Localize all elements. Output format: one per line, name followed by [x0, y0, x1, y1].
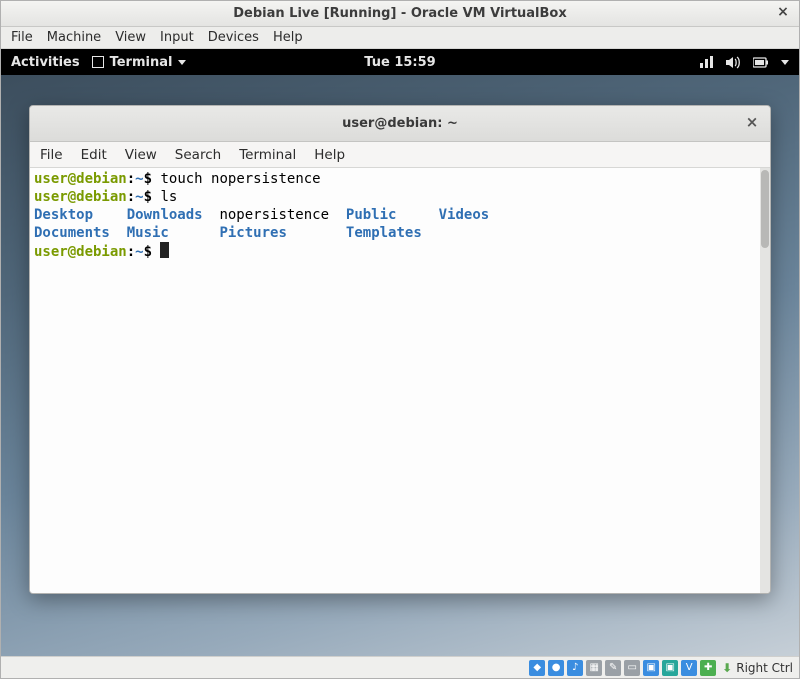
activities-button[interactable]: Activities	[11, 55, 80, 70]
network-adapter-icon[interactable]: ▦	[586, 660, 602, 676]
term-menu-edit[interactable]: Edit	[81, 147, 107, 163]
cursor	[160, 242, 169, 258]
ls-entry: Documents Music Pictures Templates	[34, 225, 422, 241]
prompt-path: ~	[135, 171, 143, 187]
vbox-title: Debian Live [Running] - Oracle VM Virtua…	[233, 6, 567, 21]
vbox-menubar: File Machine View Input Devices Help	[1, 27, 799, 49]
ls-entry: Desktop Downloads	[34, 207, 219, 223]
recording-icon[interactable]: ▣	[662, 660, 678, 676]
vbox-status-icons: ◆ ● ♪ ▦ ✎ ▭ ▣ ▣ V ✚	[529, 660, 716, 676]
terminal-icon	[92, 56, 104, 68]
vbox-menu-help[interactable]: Help	[273, 30, 303, 45]
terminal-close-button[interactable]: ×	[744, 115, 760, 131]
volume-icon[interactable]	[726, 56, 741, 69]
guest-additions-icon[interactable]: ✚	[700, 660, 716, 676]
hard-disk-icon[interactable]: ◆	[529, 660, 545, 676]
vbox-menu-input[interactable]: Input	[160, 30, 194, 45]
cpu-icon[interactable]: V	[681, 660, 697, 676]
ls-entry: nopersistence	[219, 207, 329, 223]
gnome-topbar: Activities Terminal Tue 15:59	[1, 49, 799, 75]
vbox-statusbar: ◆ ● ♪ ▦ ✎ ▭ ▣ ▣ V ✚ ⬇ Right Ctrl	[1, 656, 799, 678]
term-menu-view[interactable]: View	[125, 147, 157, 163]
vbox-menu-devices[interactable]: Devices	[208, 30, 259, 45]
cmd-1: touch nopersistence	[160, 171, 320, 187]
vbox-titlebar[interactable]: Debian Live [Running] - Oracle VM Virtua…	[1, 1, 799, 27]
system-menu-chevron-icon[interactable]	[781, 60, 789, 65]
terminal-menubar: File Edit View Search Terminal Help	[30, 142, 770, 168]
ls-entry: Public Videos	[346, 207, 489, 223]
term-menu-terminal[interactable]: Terminal	[239, 147, 296, 163]
current-app-indicator[interactable]: Terminal	[92, 55, 187, 70]
terminal-window: user@debian: ~ × File Edit View Search T…	[29, 105, 771, 594]
host-key-indicator-icon: ⬇	[722, 661, 732, 675]
current-app-label: Terminal	[110, 55, 173, 70]
vbox-close-button[interactable]: ×	[775, 5, 791, 21]
guest-desktop: Activities Terminal Tue 15:59	[1, 49, 799, 656]
network-icon[interactable]	[699, 56, 714, 69]
shared-folder-icon[interactable]: ▭	[624, 660, 640, 676]
cmd-2: ls	[160, 189, 177, 205]
vbox-menu-machine[interactable]: Machine	[47, 30, 101, 45]
clock[interactable]: Tue 15:59	[364, 55, 435, 70]
host-key-label: Right Ctrl	[736, 661, 793, 675]
vbox-menu-file[interactable]: File	[11, 30, 33, 45]
display-icon[interactable]: ▣	[643, 660, 659, 676]
optical-disk-icon[interactable]: ●	[548, 660, 564, 676]
terminal-title: user@debian: ~	[342, 116, 458, 131]
term-menu-help[interactable]: Help	[314, 147, 345, 163]
battery-icon[interactable]	[753, 57, 769, 68]
chevron-down-icon	[178, 60, 186, 65]
scrollbar-thumb[interactable]	[761, 170, 769, 248]
term-menu-search[interactable]: Search	[175, 147, 221, 163]
terminal-titlebar[interactable]: user@debian: ~ ×	[30, 106, 770, 142]
term-menu-file[interactable]: File	[40, 147, 63, 163]
terminal-body[interactable]: user@debian:~$ touch nopersistence user@…	[30, 168, 770, 593]
terminal-scrollbar[interactable]	[760, 168, 770, 593]
vbox-menu-view[interactable]: View	[115, 30, 146, 45]
usb-icon[interactable]: ✎	[605, 660, 621, 676]
audio-icon[interactable]: ♪	[567, 660, 583, 676]
virtualbox-window: Debian Live [Running] - Oracle VM Virtua…	[0, 0, 800, 679]
prompt-user: user@debian	[34, 171, 127, 187]
